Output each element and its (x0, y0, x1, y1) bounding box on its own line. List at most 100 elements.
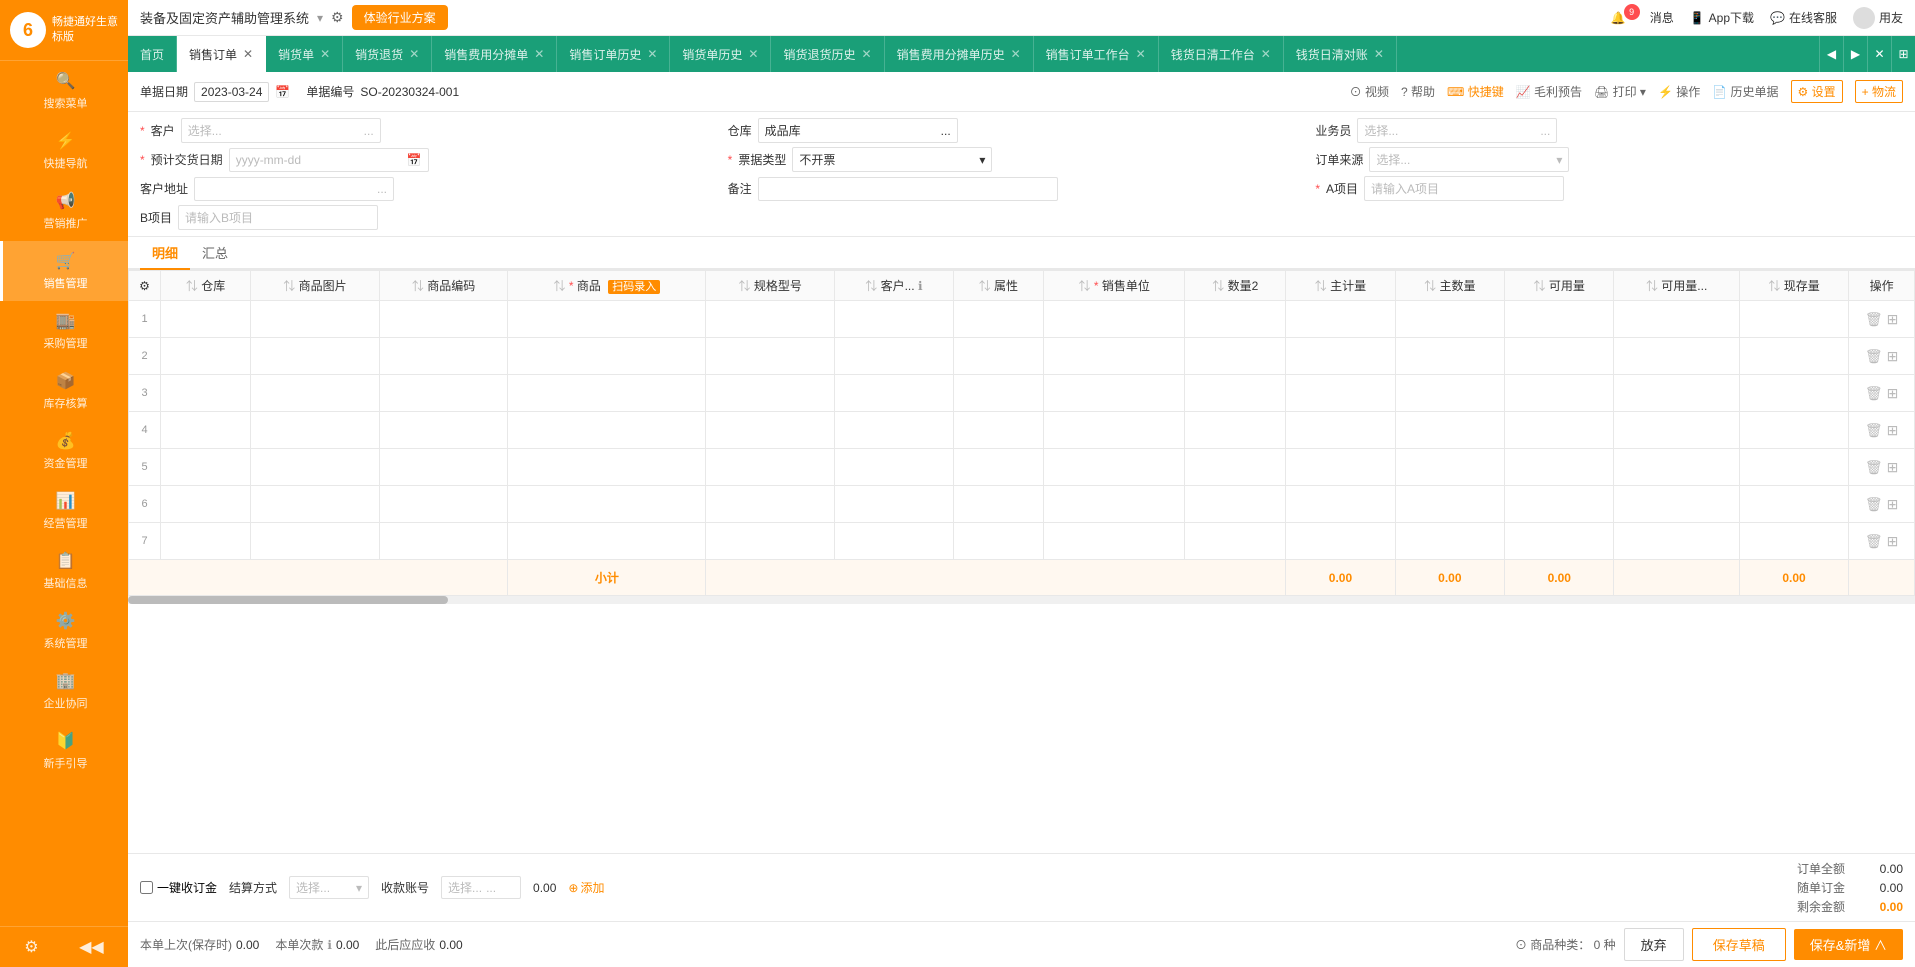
customer-input[interactable]: 选择... ... (181, 118, 381, 143)
amount-display: 0.00 (533, 881, 556, 895)
settings-icon[interactable]: ⚙ (24, 937, 38, 957)
tab-cash-daily[interactable]: 钱货日清工作台 ✕ (1159, 36, 1284, 72)
tab-close-icon[interactable]: ✕ (243, 47, 253, 61)
copy-icon[interactable]: ⊞ (1887, 311, 1899, 328)
save-draft-button[interactable]: 保存草稿 (1692, 928, 1786, 961)
remaining-label: 剩余金额 (1797, 898, 1845, 915)
tab-cash-reconcile[interactable]: 钱货日清对账 ✕ (1284, 36, 1397, 72)
tab-detail[interactable]: 明细 (140, 237, 190, 270)
prev-amount-label: 本单上次(保存时) (140, 936, 232, 953)
tab-expand-btn[interactable]: ⊞ (1891, 36, 1915, 72)
copy-icon[interactable]: ⊞ (1887, 496, 1899, 513)
tab-close-icon[interactable]: ✕ (1011, 47, 1021, 61)
tab-sales-order[interactable]: 销售订单 ✕ (177, 36, 266, 72)
tab-close-icon[interactable]: ✕ (862, 47, 872, 61)
tab-summary[interactable]: 汇总 (190, 237, 240, 270)
help-btn[interactable]: ? 帮助 (1401, 83, 1435, 100)
one-click-payment[interactable]: 一键收订金 (140, 879, 217, 896)
sidebar-item-basic-info[interactable]: 📋 基础信息 (0, 541, 128, 601)
tab-sales-refund[interactable]: 销货退货 ✕ (343, 36, 432, 72)
tab-close-icon[interactable]: ✕ (647, 47, 657, 61)
save-new-button[interactable]: 保存&新增 ∧ (1794, 929, 1903, 960)
tab-menu-btn[interactable]: ✕ (1867, 36, 1891, 72)
tab-close-icon[interactable]: ✕ (320, 47, 330, 61)
tab-close-icon[interactable]: ✕ (1136, 47, 1146, 61)
scrollbar-thumb[interactable] (128, 596, 448, 604)
address-input[interactable]: ... (194, 177, 394, 201)
video-btn[interactable]: ⊙ 视频 (1350, 83, 1389, 100)
sidebar-item-purchase[interactable]: 🏬 采购管理 (0, 301, 128, 361)
tab-home[interactable]: 首页 (128, 36, 177, 72)
tab-close-icon[interactable]: ✕ (534, 47, 544, 61)
add-logistics-btn[interactable]: + 物流 (1855, 80, 1903, 103)
col-settings[interactable]: ⚙ (129, 271, 161, 301)
delete-icon[interactable]: 🗑 (1865, 422, 1883, 439)
history-btn[interactable]: 📄 历史单据 (1712, 83, 1778, 100)
delete-icon[interactable]: 🗑 (1865, 459, 1883, 476)
remarks-input[interactable] (758, 177, 1058, 201)
message-btn[interactable]: 🔔 9 消息 (1611, 9, 1674, 26)
sidebar-item-inventory[interactable]: 📦 库存核算 (0, 361, 128, 421)
column-settings-icon[interactable]: ⚙ (139, 279, 150, 293)
calendar-icon[interactable]: 📅 (275, 85, 290, 99)
tab-close-icon[interactable]: ✕ (1261, 47, 1271, 61)
scan-btn[interactable]: 扫码录入 (608, 280, 660, 294)
order-source-input[interactable]: 选择... ▾ (1369, 147, 1569, 172)
tab-close-icon[interactable]: ✕ (1374, 47, 1384, 61)
shortcut-btn[interactable]: ⌨ 快捷键 (1447, 83, 1504, 100)
copy-icon[interactable]: ⊞ (1887, 533, 1899, 550)
discard-button[interactable]: 放弃 (1624, 928, 1684, 961)
copy-icon[interactable]: ⊞ (1887, 422, 1899, 439)
sidebar-item-operations[interactable]: 📊 经营管理 (0, 481, 128, 541)
one-click-checkbox[interactable] (140, 881, 153, 894)
app-download-btn[interactable]: 📱 App下载 (1690, 9, 1754, 26)
tab-sales-order-history[interactable]: 销售订单历史 ✕ (557, 36, 670, 72)
sidebar-item-finance[interactable]: 💰 资金管理 (0, 421, 128, 481)
sidebar-item-guide[interactable]: 🔰 新手引导 (0, 721, 128, 781)
delete-icon[interactable]: 🗑 (1865, 385, 1883, 402)
operations-btn[interactable]: ⚡ 操作 (1658, 83, 1700, 100)
tab-prev-btn[interactable]: ◀ (1819, 36, 1843, 72)
tab-sales-workbench[interactable]: 销售订单工作台 ✕ (1034, 36, 1159, 72)
settings-icon[interactable]: ⚙ (331, 9, 344, 26)
sidebar-item-quick-nav[interactable]: ⚡ 快捷导航 (0, 121, 128, 181)
trial-button[interactable]: 体验行业方案 (352, 5, 448, 30)
tab-sales-expense-history[interactable]: 销售费用分摊单历史 ✕ (885, 36, 1034, 72)
horizontal-scrollbar[interactable] (128, 596, 1915, 604)
settings-panel-btn[interactable]: ⚙ 设置 (1791, 80, 1843, 103)
date-value[interactable]: 2023-03-24 (194, 82, 269, 102)
collapse-icon[interactable]: ◀◀ (79, 937, 104, 957)
tab-next-btn[interactable]: ▶ (1843, 36, 1867, 72)
profit-btn[interactable]: 📈 毛利预告 (1516, 83, 1582, 100)
tab-sales-return-history[interactable]: 销货单历史 ✕ (670, 36, 771, 72)
add-payment-btn[interactable]: ⊕ 添加 (568, 879, 604, 896)
account-select[interactable]: 选择... ... (441, 876, 521, 899)
copy-icon[interactable]: ⊞ (1887, 385, 1899, 402)
tab-sales-return[interactable]: 销货单 ✕ (266, 36, 343, 72)
tab-close-icon[interactable]: ✕ (748, 47, 758, 61)
delete-icon[interactable]: 🗑 (1865, 533, 1883, 550)
sidebar-item-sales[interactable]: 🛒 销售管理 (0, 241, 128, 301)
b-project-input[interactable]: 请输入B项目 (178, 205, 378, 230)
invoice-select[interactable]: 不开票 ▾ (792, 147, 992, 172)
copy-icon[interactable]: ⊞ (1887, 348, 1899, 365)
copy-icon[interactable]: ⊞ (1887, 459, 1899, 476)
tab-sales-refund-history[interactable]: 销货退货历史 ✕ (771, 36, 884, 72)
tab-sales-expense-split[interactable]: 销售费用分摊单 ✕ (432, 36, 557, 72)
delete-icon[interactable]: 🗑 (1865, 496, 1883, 513)
print-btn[interactable]: 🖨 打印 ▾ (1594, 83, 1646, 100)
online-service-btn[interactable]: 💬 在线客服 (1770, 9, 1837, 26)
salesperson-input[interactable]: 选择... ... (1357, 118, 1557, 143)
sidebar-item-system[interactable]: ⚙️ 系统管理 (0, 601, 128, 661)
a-project-input[interactable]: 请输入A项目 (1364, 176, 1564, 201)
user-btn[interactable]: 用友 (1853, 7, 1903, 29)
warehouse-input[interactable]: 成品库 ... (758, 118, 958, 143)
sidebar-item-enterprise[interactable]: 🏢 企业协同 (0, 661, 128, 721)
tab-close-icon[interactable]: ✕ (409, 47, 419, 61)
sidebar-item-marketing[interactable]: 📢 营销推广 (0, 181, 128, 241)
delete-icon[interactable]: 🗑 (1865, 348, 1883, 365)
delivery-input[interactable]: yyyy-mm-dd 📅 (229, 148, 429, 172)
delete-icon[interactable]: 🗑 (1865, 311, 1883, 328)
payment-method-select[interactable]: 选择... ▾ (289, 876, 369, 899)
sidebar-item-search[interactable]: 🔍 搜索菜单 (0, 61, 128, 121)
